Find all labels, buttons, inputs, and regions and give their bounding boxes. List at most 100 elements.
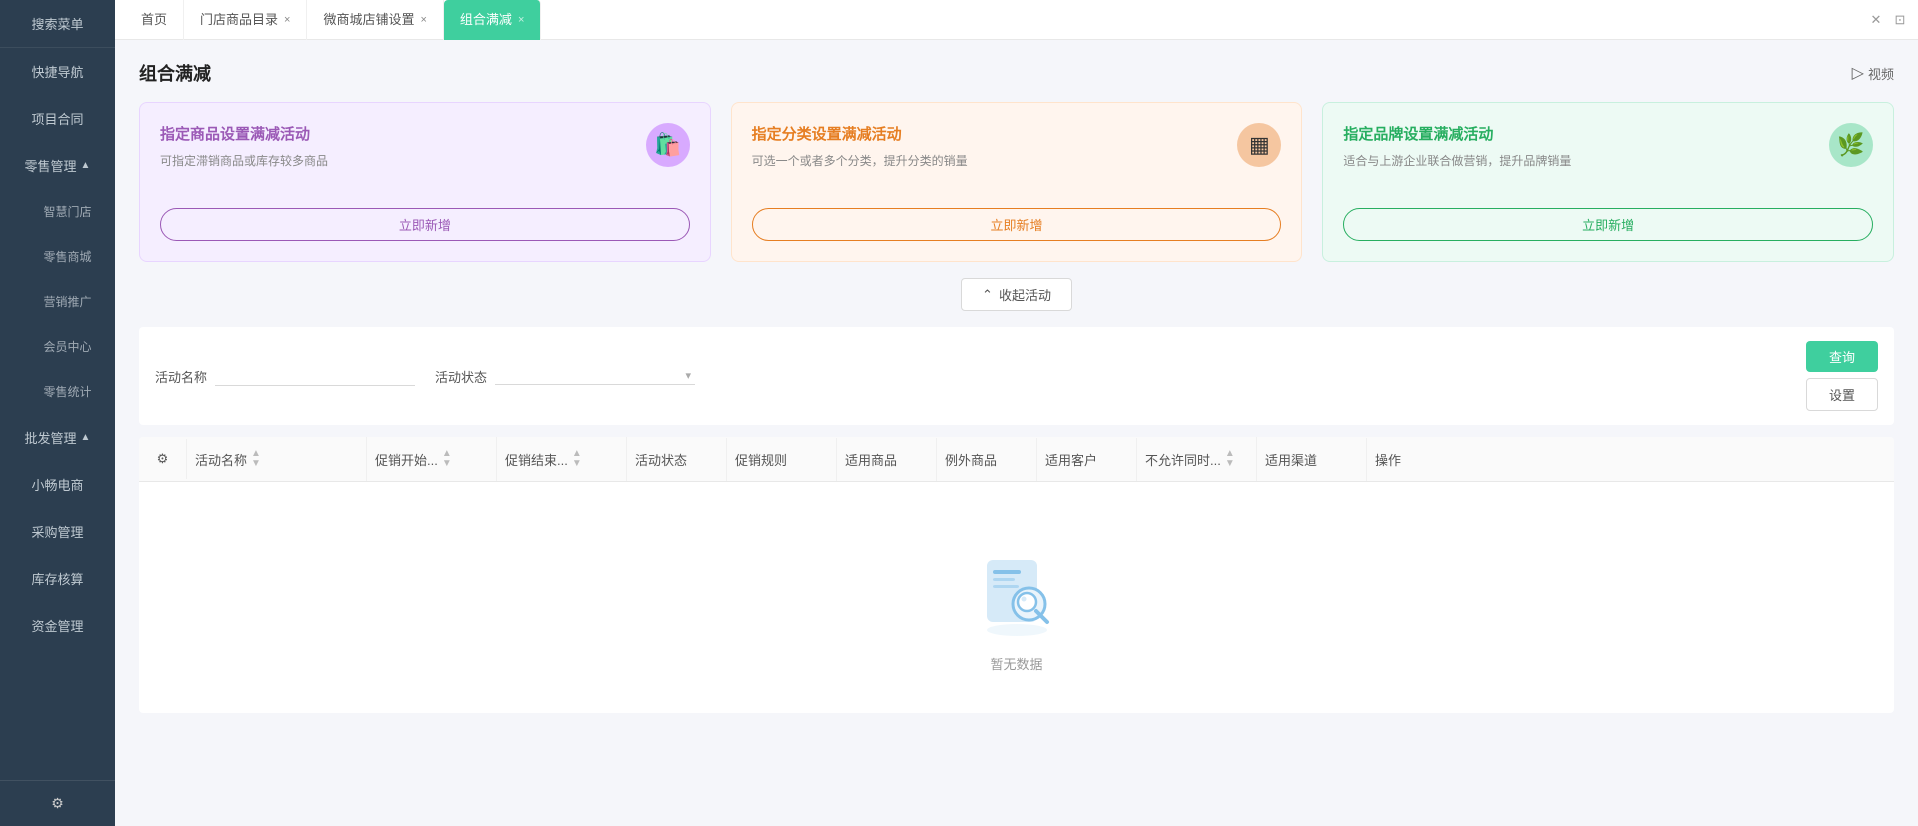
data-table: ⚙活动名称▲▼促销开始...▲▼促销结束...▲▼活动状态促销规则适用商品例外商… <box>139 437 1894 713</box>
video-link[interactable]: ▷ 视频 <box>1852 63 1894 83</box>
sidebar-item-xchang-ec[interactable]: 小畅电商 <box>0 461 115 508</box>
empty-text: 暂无数据 <box>990 654 1042 673</box>
tab-close-icon[interactable]: × <box>284 0 290 40</box>
empty-state: 暂无数据 <box>139 482 1894 713</box>
sidebar-item-label: 库存核算 <box>31 572 83 587</box>
main-area: 首页门店商品目录×微商城店铺设置×组合满减× ✕ ⊡ 组合满减 ▷ 视频 指定商… <box>115 0 1918 826</box>
sidebar-item-label: 智慧门店 <box>43 205 91 219</box>
page-title: 组合满减 <box>139 60 211 86</box>
sidebar-item-wholesale-mgmt[interactable]: 批发管理 ▲ <box>0 414 115 461</box>
sidebar-item-label: 营销推广 <box>43 295 91 309</box>
card-desc: 可指定滞销商品或库存较多商品 <box>160 152 690 169</box>
th-channel: 适用渠道 <box>1257 438 1367 481</box>
collapse-bar: ⌃ 收起活动 <box>139 278 1894 311</box>
th-name[interactable]: 活动名称▲▼ <box>187 437 367 481</box>
chevron-up-icon: ▲ <box>81 432 91 443</box>
settings-icon: ⚙ <box>51 795 64 811</box>
window-controls: ✕ ⊡ <box>1868 12 1908 28</box>
card-add-button[interactable]: 立即新增 <box>752 208 1282 241</box>
chevron-up-icon: ▲ <box>81 160 91 171</box>
sidebar-item-retail-stats[interactable]: 零售统计 <box>0 369 115 414</box>
th-status: 活动状态 <box>627 438 727 481</box>
card-product: 指定商品设置满减活动 可指定滞销商品或库存较多商品 🛍️ 立即新增 <box>139 102 711 262</box>
sidebar-item-retail-mgmt[interactable]: 零售管理 ▲ <box>0 142 115 189</box>
sort-icon: ▲▼ <box>572 449 582 469</box>
card-brand: 指定品牌设置满减活动 适合与上游企业联合做营销，提升品牌销量 🌿 立即新增 <box>1322 102 1894 262</box>
sidebar-item-inventory[interactable]: 库存核算 <box>0 555 115 602</box>
video-label: 视频 <box>1868 64 1894 83</box>
setting-button[interactable]: 设置 <box>1806 378 1878 411</box>
collapse-button[interactable]: ⌃ 收起活动 <box>961 278 1072 311</box>
card-add-button[interactable]: 立即新增 <box>160 208 690 241</box>
activity-status-select[interactable]: ▾ <box>495 367 695 385</box>
card-title: 指定分类设置满减活动 <box>752 123 1282 144</box>
activity-status-field: 活动状态 ▾ <box>435 367 695 386</box>
empty-illustration <box>967 542 1067 642</box>
maximize-button[interactable]: ⊡ <box>1892 12 1908 28</box>
sidebar-item-retail-mall[interactable]: 零售商城 <box>0 234 115 279</box>
sort-icon: ▲▼ <box>442 449 452 469</box>
th-customer: 适用客户 <box>1037 438 1137 481</box>
chevron-down-icon: ▾ <box>686 369 692 382</box>
sort-icon: ▲▼ <box>251 449 261 469</box>
tab-wechat-store[interactable]: 微商城店铺设置× <box>307 0 443 40</box>
sidebar-item-smart-store[interactable]: 智慧门店 <box>0 189 115 234</box>
tab-label: 门店商品目录 <box>200 0 278 40</box>
collapse-icon: ⌃ <box>982 287 993 303</box>
th-nodup[interactable]: 不允许同时...▲▼ <box>1137 437 1257 481</box>
card-title: 指定品牌设置满减活动 <box>1343 123 1873 144</box>
minimize-button[interactable]: ✕ <box>1868 12 1884 28</box>
card-category: 指定分类设置满减活动 可选一个或者多个分类，提升分类的销量 ▦ 立即新增 <box>731 102 1303 262</box>
sidebar: 搜索菜单 快捷导航项目合同零售管理 ▲ 智慧门店零售商城营销推广会员中心零售统计批发… <box>0 0 115 826</box>
th-gear: ⚙ <box>139 439 187 479</box>
tab-close-icon[interactable]: × <box>518 0 524 40</box>
sidebar-item-label: 零售管理 <box>25 156 77 175</box>
sort-icon: ▲▼ <box>1225 449 1235 469</box>
cards-row: 指定商品设置满减活动 可指定滞销商品或库存较多商品 🛍️ 立即新增 指定分类设置… <box>139 102 1894 262</box>
play-icon: ▷ <box>1852 63 1864 83</box>
tab-label: 微商城店铺设置 <box>323 0 414 40</box>
sidebar-item-label: 资金管理 <box>31 619 83 634</box>
activity-name-label: 活动名称 <box>155 367 207 386</box>
tab-label: 首页 <box>141 0 167 40</box>
sidebar-item-project-contract[interactable]: 项目合同 <box>0 95 115 142</box>
sidebar-item-label: 采购管理 <box>31 525 83 540</box>
card-desc: 适合与上游企业联合做营销，提升品牌销量 <box>1343 152 1873 169</box>
tabs-bar: 首页门店商品目录×微商城店铺设置×组合满减× ✕ ⊡ <box>115 0 1918 40</box>
content-area: 组合满减 ▷ 视频 指定商品设置满减活动 可指定滞销商品或库存较多商品 🛍️ 立… <box>115 40 1918 826</box>
card-add-button[interactable]: 立即新增 <box>1343 208 1873 241</box>
sidebar-item-mktg-promo[interactable]: 营销推广 <box>0 279 115 324</box>
query-button[interactable]: 查询 <box>1806 341 1878 372</box>
th-goods: 适用商品 <box>837 438 937 481</box>
sidebar-item-label: 批发管理 <box>25 428 77 447</box>
th-op: 操作 <box>1367 438 1894 481</box>
th-except: 例外商品 <box>937 438 1037 481</box>
tab-store-catalog[interactable]: 门店商品目录× <box>184 0 307 40</box>
sidebar-item-label: 零售统计 <box>43 385 91 399</box>
table-header: ⚙活动名称▲▼促销开始...▲▼促销结束...▲▼活动状态促销规则适用商品例外商… <box>139 437 1894 482</box>
activity-name-field: 活动名称 <box>155 366 415 386</box>
filter-row: 活动名称 活动状态 ▾ 查询 设置 <box>139 327 1894 425</box>
sidebar-item-finance-mgmt[interactable]: 资金管理 <box>0 602 115 649</box>
filter-buttons: 查询 设置 <box>1806 341 1878 411</box>
sidebar-item-member-center[interactable]: 会员中心 <box>0 324 115 369</box>
tab-close-icon[interactable]: × <box>420 0 426 40</box>
sidebar-item-label: 项目合同 <box>31 112 83 127</box>
th-end[interactable]: 促销结束...▲▼ <box>497 437 627 481</box>
collapse-label: 收起活动 <box>999 285 1051 304</box>
page-header: 组合满减 ▷ 视频 <box>139 60 1894 86</box>
th-rule: 促销规则 <box>727 438 837 481</box>
sidebar-item-purchase-mgmt[interactable]: 采购管理 <box>0 508 115 555</box>
tab-label: 组合满减 <box>460 0 512 40</box>
th-start[interactable]: 促销开始...▲▼ <box>367 437 497 481</box>
activity-status-label: 活动状态 <box>435 367 487 386</box>
sidebar-item-label: 小畅电商 <box>31 478 83 493</box>
tab-home[interactable]: 首页 <box>125 0 184 40</box>
sidebar-item-quick-nav[interactable]: 快捷导航 <box>0 48 115 95</box>
card-title: 指定商品设置满减活动 <box>160 123 690 144</box>
activity-name-input[interactable] <box>215 366 415 386</box>
sidebar-settings[interactable]: ⚙ <box>0 780 115 826</box>
tab-combo-discount[interactable]: 组合满减× <box>444 0 541 40</box>
sidebar-search[interactable]: 搜索菜单 <box>0 0 115 48</box>
sidebar-item-label: 快捷导航 <box>31 65 83 80</box>
